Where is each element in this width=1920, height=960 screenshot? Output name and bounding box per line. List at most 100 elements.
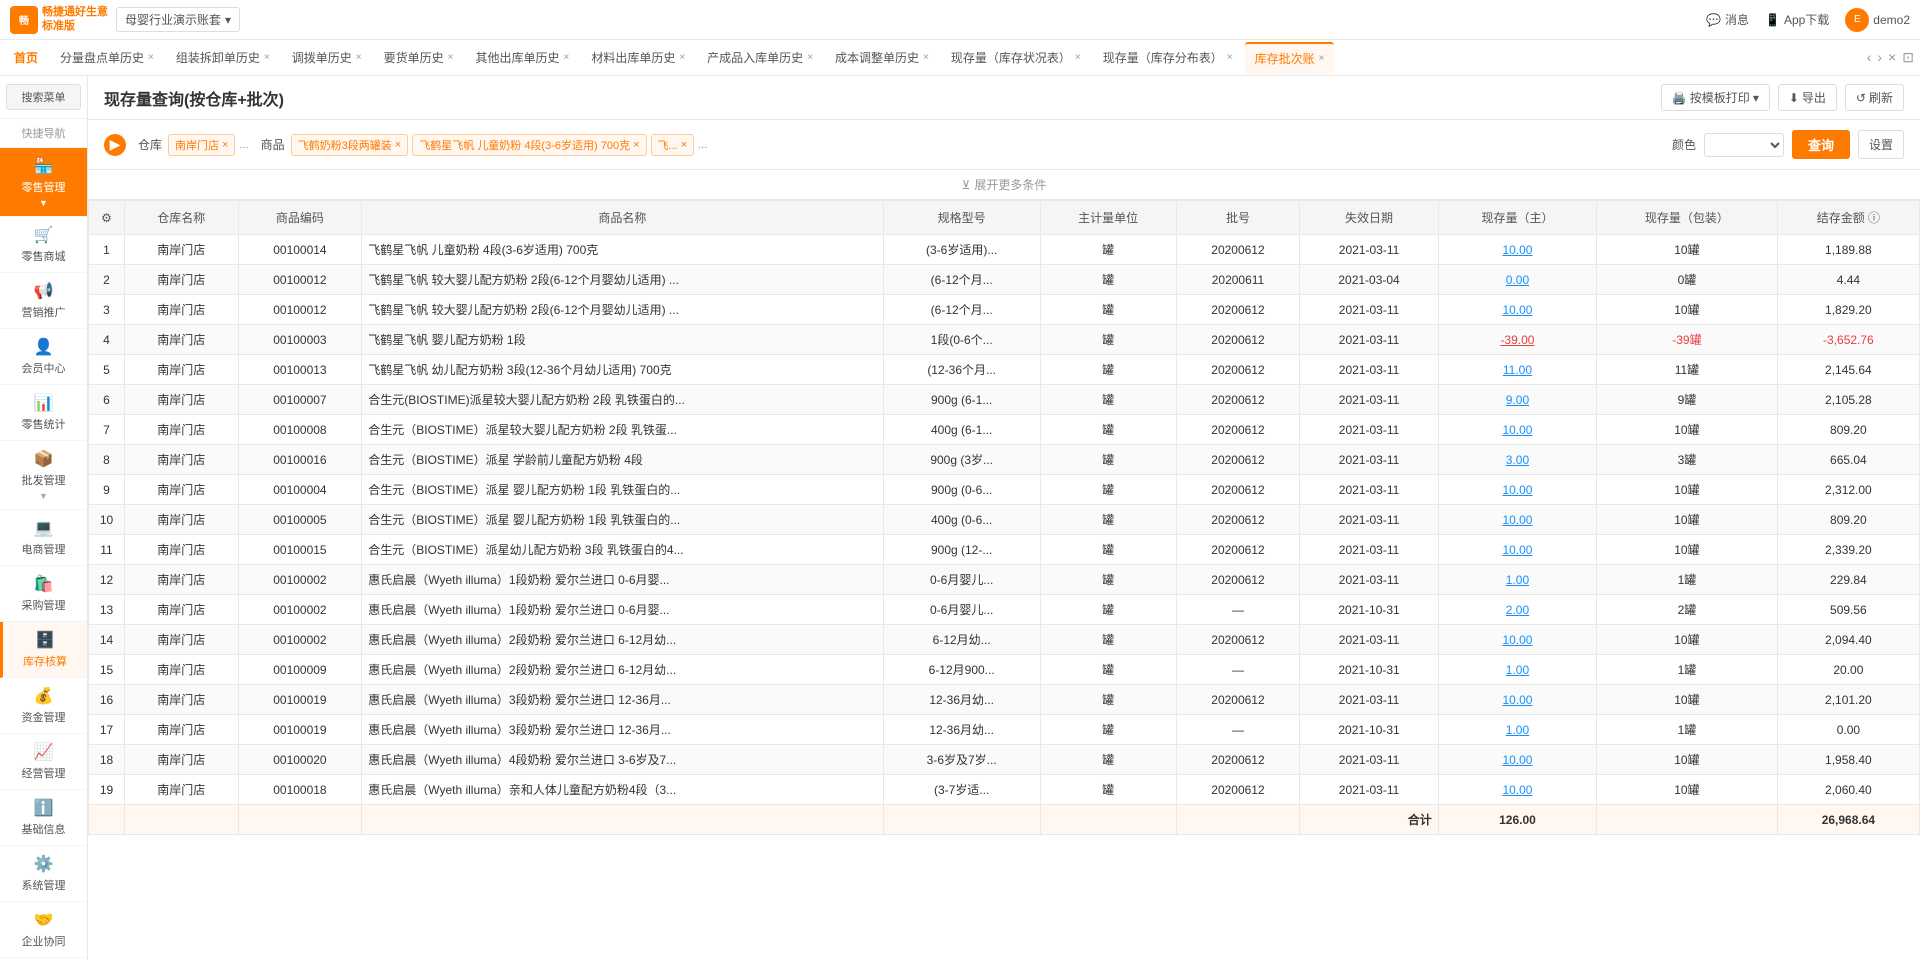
goods-tag-close-icon[interactable]: × <box>681 139 687 151</box>
tab-close-icon[interactable]: × <box>264 52 270 63</box>
cell-qty-main[interactable]: 3.00 <box>1438 445 1596 475</box>
message-action[interactable]: 💬 消息 <box>1706 11 1749 28</box>
tab-yaohuodan[interactable]: 要货单历史 × <box>374 42 464 74</box>
cell-qty-main[interactable]: 1.00 <box>1438 715 1596 745</box>
cell-qty-main[interactable]: 1.00 <box>1438 565 1596 595</box>
tab-close-all-icon[interactable]: × <box>1886 47 1898 68</box>
goods-tag-close-icon[interactable]: × <box>395 139 401 151</box>
tab-qitachuku[interactable]: 其他出库单历史 × <box>465 42 579 74</box>
goods-tag-close-icon[interactable]: × <box>633 139 639 151</box>
tab-chanchengru[interactable]: 产成品入库单历史 × <box>697 42 823 74</box>
cell-amount: 0.00 <box>1777 715 1919 745</box>
sidebar-item-operation[interactable]: 📈 经营管理 <box>0 734 87 790</box>
tab-expand-icon[interactable]: ⊡ <box>1900 47 1916 68</box>
settings-gear-icon[interactable]: ⚙ <box>101 211 112 225</box>
th-settings[interactable]: ⚙ <box>89 201 125 235</box>
inventory-table: ⚙ 仓库名称 商品编码 商品名称 规格型号 主计量单位 批号 失效日期 现存量（… <box>88 200 1920 835</box>
tab-close-icon[interactable]: × <box>1075 52 1081 63</box>
sidebar-item-system[interactable]: ⚙️ 系统管理 <box>0 846 87 902</box>
tab-close-icon[interactable]: × <box>807 52 813 63</box>
tab-xiancunliang-fenbiao[interactable]: 现存量（库存分布表） × <box>1093 42 1243 74</box>
cell-qty-main[interactable]: 10.00 <box>1438 535 1596 565</box>
tab-liaiaochuku[interactable]: 材料出库单历史 × <box>581 42 695 74</box>
account-dropdown[interactable]: 母婴行业演示账套 ▾ <box>116 7 240 32</box>
cell-qty-main[interactable]: 10.00 <box>1438 235 1596 265</box>
cell-spec: 6-12月900... <box>883 655 1040 685</box>
template-print-button[interactable]: 🖨️ 按模板打印 ▾ <box>1661 84 1770 111</box>
tab-close-icon[interactable]: × <box>1227 52 1233 63</box>
sidebar-item-finance[interactable]: 💰 资金管理 <box>0 678 87 734</box>
refresh-button[interactable]: ↺ 刷新 <box>1845 84 1904 111</box>
cell-qty-main[interactable]: 2.00 <box>1438 595 1596 625</box>
tab-xiancunliang-zhuangkuang[interactable]: 现存量（库存状况表） × <box>941 42 1091 74</box>
sidebar-item-purchase[interactable]: 🛍️ 采购管理 <box>0 566 87 622</box>
warehouse-more[interactable]: ... <box>239 139 248 151</box>
tab-close-icon[interactable]: × <box>563 52 569 63</box>
sidebar-item-marketing[interactable]: 📢 营销推广 <box>0 273 87 329</box>
search-menu-button[interactable]: 搜索菜单 <box>6 84 81 110</box>
cell-qty-main[interactable]: 9.00 <box>1438 385 1596 415</box>
sidebar-item-enterprise-collab[interactable]: 🤝 企业协同 <box>0 902 87 958</box>
tab-prev-icon[interactable]: ‹ <box>1865 47 1874 68</box>
sidebar-item-retail-mall[interactable]: 🛒 零售商城 <box>0 217 87 273</box>
goods-more[interactable]: ... <box>698 139 707 151</box>
cell-qty-main[interactable]: 10.00 <box>1438 625 1596 655</box>
goods-tag-1: 飞鹤奶粉3段两罐装 × <box>291 134 409 156</box>
cell-qty-main[interactable]: 0.00 <box>1438 265 1596 295</box>
tab-close-icon[interactable]: × <box>448 52 454 63</box>
cell-qty-main[interactable]: 10.00 <box>1438 475 1596 505</box>
settings-button[interactable]: 设置 <box>1858 130 1904 159</box>
tab-close-icon[interactable]: × <box>923 52 929 63</box>
expand-conditions-bar[interactable]: ⊻ 展开更多条件 <box>88 170 1920 200</box>
cell-qty-main[interactable]: 10.00 <box>1438 505 1596 535</box>
filter-toggle-button[interactable]: ▶ <box>104 134 126 156</box>
tab-close-icon[interactable]: × <box>148 52 154 63</box>
sidebar-item-wholesale[interactable]: 📦 批发管理 ▼ <box>0 441 87 510</box>
sidebar-item-base-info[interactable]: ℹ️ 基础信息 <box>0 790 87 846</box>
tab-chenbendiaozheng[interactable]: 成本调整单历史 × <box>825 42 939 74</box>
summary-label: 合计 <box>1300 805 1439 835</box>
tab-next-icon[interactable]: › <box>1875 47 1884 68</box>
app-download-action[interactable]: 📱 App下载 <box>1765 11 1829 28</box>
cell-qty-main[interactable]: 10.00 <box>1438 685 1596 715</box>
warehouse-tag-close-icon[interactable]: × <box>222 139 228 151</box>
sidebar-item-retail-stats[interactable]: 📊 零售统计 <box>0 385 87 441</box>
cell-expire: 2021-03-11 <box>1300 535 1439 565</box>
cell-code: 00100015 <box>238 535 362 565</box>
cell-warehouse: 南岸门店 <box>125 535 239 565</box>
top-bar-right: 💬 消息 📱 App下载 E demo2 <box>1706 8 1910 32</box>
user-action[interactable]: E demo2 <box>1845 8 1910 32</box>
tab-home[interactable]: 首页 <box>4 42 48 74</box>
cell-qty-main[interactable]: 10.00 <box>1438 295 1596 325</box>
tab-close-icon[interactable]: × <box>679 52 685 63</box>
cell-qty-main[interactable]: 10.00 <box>1438 415 1596 445</box>
color-select[interactable] <box>1704 133 1784 157</box>
cell-code: 00100013 <box>238 355 362 385</box>
cell-qty-main[interactable]: 10.00 <box>1438 745 1596 775</box>
query-button[interactable]: 查询 <box>1792 130 1850 159</box>
cell-batch: — <box>1176 655 1300 685</box>
cell-warehouse: 南岸门店 <box>125 475 239 505</box>
cell-qty-main[interactable]: -39.00 <box>1438 325 1596 355</box>
cell-qty-main[interactable]: 11.00 <box>1438 355 1596 385</box>
export-button[interactable]: ⬇ 导出 <box>1778 84 1837 111</box>
tab-close-icon[interactable]: × <box>356 52 362 63</box>
sidebar-item-ecommerce[interactable]: 💻 电商管理 <box>0 510 87 566</box>
sidebar-item-inventory[interactable]: 🗄️ 库存核算 <box>0 622 87 678</box>
cell-qty-main[interactable]: 10.00 <box>1438 775 1596 805</box>
tab-diaobodan[interactable]: 调拨单历史 × <box>282 42 372 74</box>
cell-warehouse: 南岸门店 <box>125 655 239 685</box>
inventory-icon: 🗄️ <box>35 630 55 650</box>
logo-icon: 畅 <box>10 6 38 34</box>
tab-close-icon[interactable]: × <box>1319 53 1325 64</box>
sidebar-item-member-center[interactable]: 👤 会员中心 <box>0 329 87 385</box>
tab-fenliangpandian[interactable]: 分量盘点单历史 × <box>50 42 164 74</box>
tab-kucunpicizh[interactable]: 库存批次账 × <box>1245 42 1335 74</box>
tab-zuzhangchaijian[interactable]: 组装拆卸单历史 × <box>166 42 280 74</box>
logo-text: 畅捷通好生意 标准版 <box>42 6 108 32</box>
cell-amount: 2,060.40 <box>1777 775 1919 805</box>
export-icon: ⬇ <box>1789 91 1799 105</box>
cell-amount: 509.56 <box>1777 595 1919 625</box>
sidebar-item-retail-management[interactable]: 🏪 零售管理 ▼ <box>0 148 87 217</box>
cell-qty-main[interactable]: 1.00 <box>1438 655 1596 685</box>
